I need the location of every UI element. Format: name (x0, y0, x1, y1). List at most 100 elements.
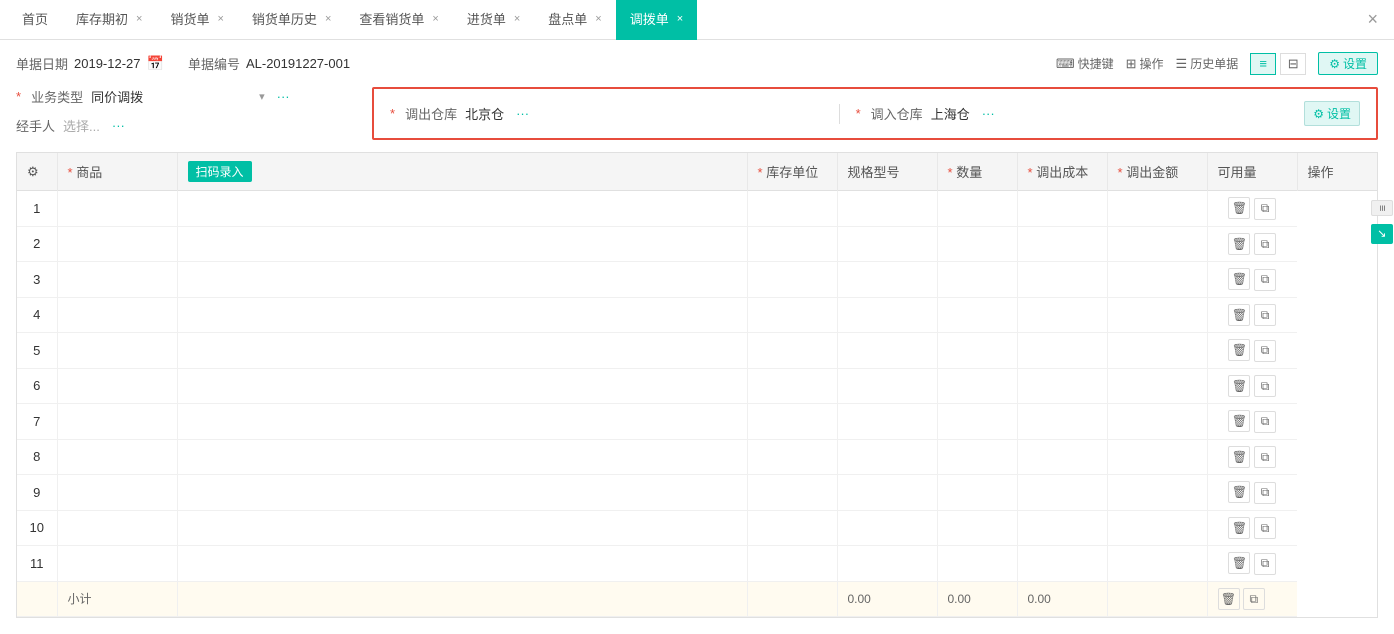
row-6-unit[interactable] (177, 368, 747, 404)
row-5-spec[interactable] (747, 333, 837, 369)
row-7-unit[interactable] (177, 404, 747, 440)
subtotal-copy-btn[interactable]: ⧉ (1243, 588, 1265, 610)
handler-more-btn[interactable]: ··· (112, 118, 125, 133)
row-8-available[interactable] (1107, 439, 1207, 475)
row-5-unit[interactable] (177, 333, 747, 369)
business-type-more-btn[interactable]: ··· (277, 89, 290, 104)
tab-sales-order-close[interactable]: × (217, 13, 223, 25)
tab-purchase-order[interactable]: 进货单 × (453, 0, 534, 40)
row-3-delete-btn[interactable]: 🗑 (1228, 268, 1250, 290)
row-6-copy-btn[interactable]: ⧉ (1254, 375, 1276, 397)
tab-purchase-order-close[interactable]: × (514, 13, 520, 25)
row-9-product[interactable] (57, 475, 177, 511)
row-5-available[interactable] (1107, 333, 1207, 369)
transfer-in-more-btn[interactable]: ··· (982, 106, 995, 121)
row-10-delete-btn[interactable]: 🗑 (1228, 517, 1250, 539)
tab-home[interactable]: 首页 (8, 0, 62, 40)
sidebar-list-btn[interactable]: ≡ (1371, 200, 1393, 216)
row-8-cost[interactable] (937, 439, 1017, 475)
sidebar-expand-btn[interactable]: ↗ (1371, 224, 1393, 243)
warehouse-settings-btn[interactable]: ⚙ 设置 (1304, 101, 1360, 126)
row-1-cost[interactable] (937, 191, 1017, 227)
row-11-unit[interactable] (177, 546, 747, 582)
calendar-icon[interactable]: 📅 (147, 55, 164, 72)
row-8-product[interactable] (57, 439, 177, 475)
tab-inventory-init-close[interactable]: × (136, 13, 142, 25)
row-8-copy-btn[interactable]: ⧉ (1254, 446, 1276, 468)
row-4-qty[interactable] (837, 297, 937, 333)
row-1-amount[interactable] (1017, 191, 1107, 227)
list-view-btn[interactable]: ≡ (1250, 53, 1276, 75)
row-2-unit[interactable] (177, 226, 747, 262)
row-4-available[interactable] (1107, 297, 1207, 333)
doc-no-value[interactable]: AL-20191227-001 (246, 56, 350, 71)
transfer-out-more-btn[interactable]: ··· (516, 106, 529, 121)
row-1-product[interactable] (57, 191, 177, 227)
business-type-select[interactable]: 同价调拨 (91, 87, 251, 106)
row-1-available[interactable] (1107, 191, 1207, 227)
row-10-unit[interactable] (177, 510, 747, 546)
row-2-spec[interactable] (747, 226, 837, 262)
row-10-product[interactable] (57, 510, 177, 546)
row-9-delete-btn[interactable]: 🗑 (1228, 481, 1250, 503)
table-settings-icon[interactable]: ⚙ (27, 164, 39, 179)
row-4-delete-btn[interactable]: 🗑 (1228, 304, 1250, 326)
row-4-copy-btn[interactable]: ⧉ (1254, 304, 1276, 326)
row-8-unit[interactable] (177, 439, 747, 475)
row-6-spec[interactable] (747, 368, 837, 404)
row-3-spec[interactable] (747, 262, 837, 298)
tab-transfer-close[interactable]: × (677, 13, 683, 25)
tab-inventory-init[interactable]: 库存期初 × (62, 0, 156, 40)
transfer-out-value[interactable]: 北京仓 (465, 104, 504, 123)
row-5-copy-btn[interactable]: ⧉ (1254, 340, 1276, 362)
row-4-spec[interactable] (747, 297, 837, 333)
row-7-amount[interactable] (1017, 404, 1107, 440)
row-2-cost[interactable] (937, 226, 1017, 262)
row-1-spec[interactable] (747, 191, 837, 227)
row-7-delete-btn[interactable]: 🗑 (1228, 410, 1250, 432)
row-5-amount[interactable] (1017, 333, 1107, 369)
row-2-delete-btn[interactable]: 🗑 (1228, 233, 1250, 255)
row-10-available[interactable] (1107, 510, 1207, 546)
handler-select[interactable]: 选择... (63, 116, 100, 135)
tab-transfer[interactable]: 调拨单 × (616, 0, 697, 40)
business-type-dropdown-icon[interactable]: ▾ (259, 90, 265, 103)
row-6-product[interactable] (57, 368, 177, 404)
row-3-qty[interactable] (837, 262, 937, 298)
row-7-available[interactable] (1107, 404, 1207, 440)
row-6-delete-btn[interactable]: 🗑 (1228, 375, 1250, 397)
row-4-product[interactable] (57, 297, 177, 333)
row-6-cost[interactable] (937, 368, 1017, 404)
row-11-spec[interactable] (747, 546, 837, 582)
row-3-cost[interactable] (937, 262, 1017, 298)
row-8-qty[interactable] (837, 439, 937, 475)
row-7-product[interactable] (57, 404, 177, 440)
row-7-spec[interactable] (747, 404, 837, 440)
row-1-copy-btn[interactable]: ⧉ (1254, 198, 1276, 220)
col-header-settings[interactable]: ⚙ (17, 153, 57, 191)
row-1-qty[interactable] (837, 191, 937, 227)
row-6-amount[interactable] (1017, 368, 1107, 404)
row-4-unit[interactable] (177, 297, 747, 333)
row-4-cost[interactable] (937, 297, 1017, 333)
row-3-amount[interactable] (1017, 262, 1107, 298)
tab-sales-history-close[interactable]: × (325, 13, 331, 25)
row-9-available[interactable] (1107, 475, 1207, 511)
row-2-available[interactable] (1107, 226, 1207, 262)
row-11-available[interactable] (1107, 546, 1207, 582)
row-6-available[interactable] (1107, 368, 1207, 404)
row-11-amount[interactable] (1017, 546, 1107, 582)
row-3-copy-btn[interactable]: ⧉ (1254, 269, 1276, 291)
row-9-amount[interactable] (1017, 475, 1107, 511)
row-11-product[interactable] (57, 546, 177, 582)
row-11-qty[interactable] (837, 546, 937, 582)
row-5-cost[interactable] (937, 333, 1017, 369)
row-4-amount[interactable] (1017, 297, 1107, 333)
row-9-unit[interactable] (177, 475, 747, 511)
scan-entry-btn[interactable]: 扫码录入 (188, 161, 252, 182)
subtotal-delete-btn[interactable]: 🗑 (1218, 588, 1240, 610)
row-1-unit[interactable] (177, 191, 747, 227)
row-11-delete-btn[interactable]: 🗑 (1228, 552, 1250, 574)
row-5-product[interactable] (57, 333, 177, 369)
tab-view-sales-close[interactable]: × (432, 13, 438, 25)
